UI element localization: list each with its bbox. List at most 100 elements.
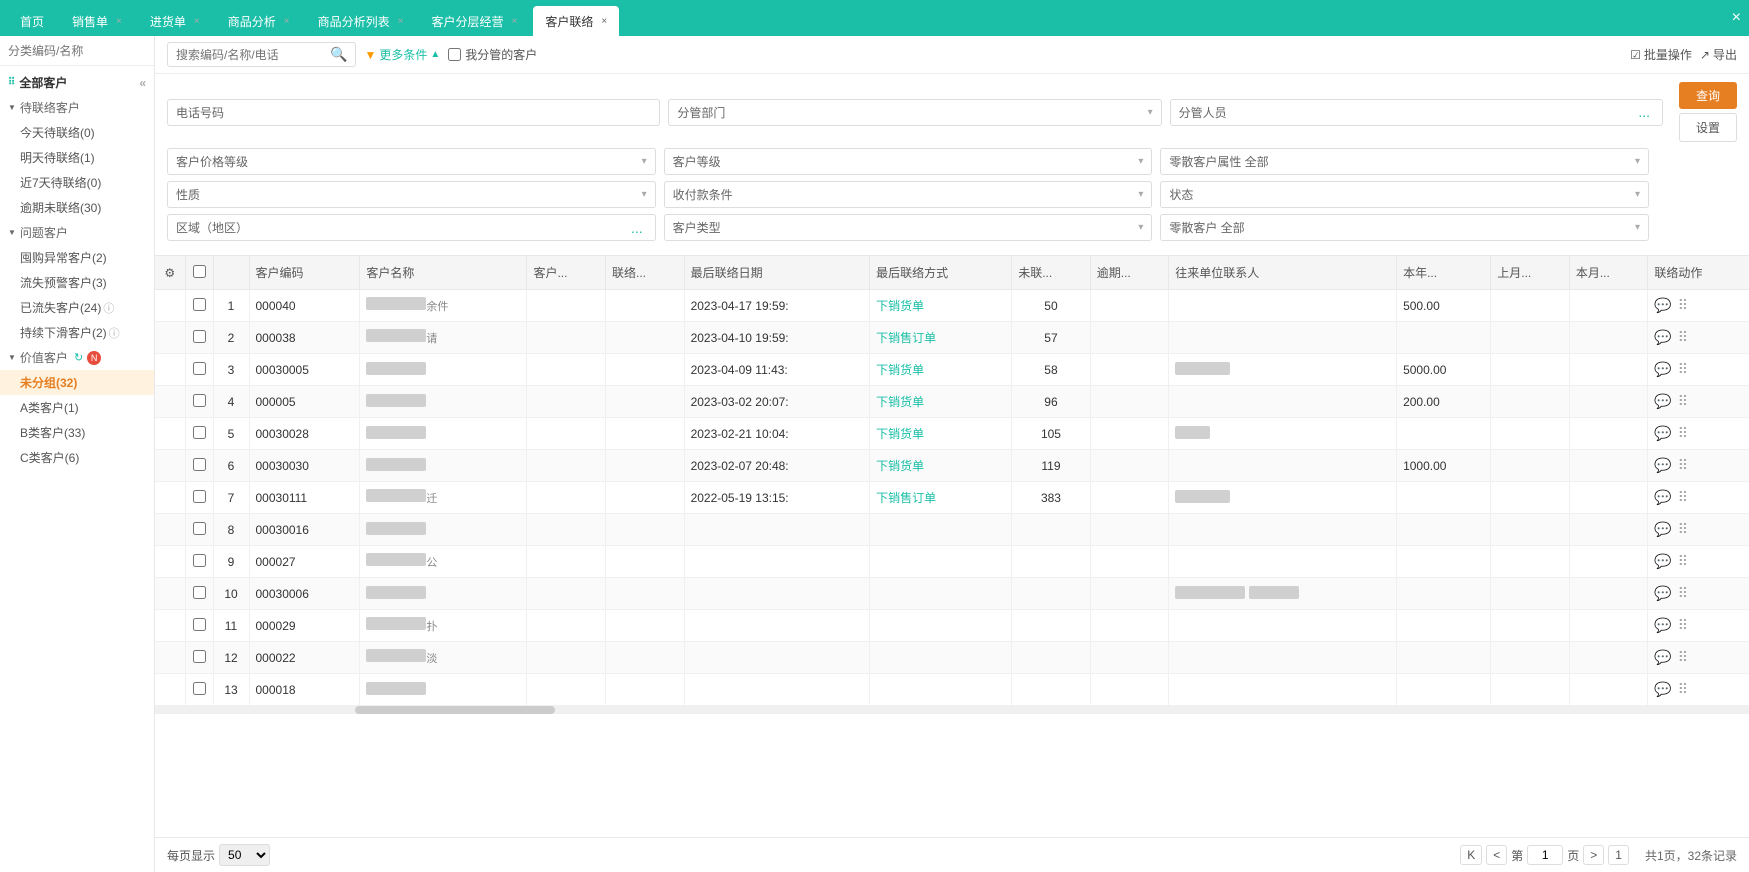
th-last-date[interactable]: 最后联络日期	[684, 256, 870, 290]
row-checkbox[interactable]	[193, 618, 206, 631]
ellipsis-icon[interactable]: ...	[1634, 104, 1654, 120]
price-level-dropdown[interactable]: 客户价格等级 ▾	[167, 148, 656, 175]
method-link[interactable]: 下销售订单	[876, 491, 936, 505]
row-checkbox[interactable]	[193, 362, 206, 375]
manager-dropdown[interactable]: 分管人员 ...	[1170, 99, 1663, 126]
chat-icon[interactable]: 💬	[1654, 489, 1671, 506]
payment-dropdown[interactable]: 收付款条件 ▾	[664, 181, 1153, 208]
reset-button[interactable]: 设置	[1679, 113, 1737, 142]
grid-action-icon[interactable]: ⠿	[1678, 297, 1688, 314]
td-last-method[interactable]: 下销货单	[870, 450, 1012, 482]
sidebar-group-value[interactable]: ▼ 价值客户 ↻ N	[0, 345, 154, 370]
grid-action-icon[interactable]: ⠿	[1678, 329, 1688, 346]
sidebar-item-declining[interactable]: 持续下滑客户(2) ⓘ	[0, 320, 154, 345]
chat-icon[interactable]: 💬	[1654, 393, 1671, 410]
ellipsis-icon2[interactable]: ...	[627, 220, 647, 236]
row-checkbox[interactable]	[193, 298, 206, 311]
th-overdue[interactable]: 逾期...	[1090, 256, 1169, 290]
td-last-method[interactable]	[870, 642, 1012, 674]
filter-search-icon[interactable]: 🔍	[330, 46, 347, 63]
th-this-month[interactable]: 本月...	[1569, 256, 1648, 290]
grid-action-icon[interactable]: ⠿	[1678, 521, 1688, 538]
td-last-method[interactable]: 下销货单	[870, 386, 1012, 418]
tab-purchase[interactable]: 进货单 ×	[138, 6, 212, 36]
all-customers-label[interactable]: 全部客户	[19, 74, 67, 91]
method-link[interactable]: 下销售订单	[876, 331, 936, 345]
td-last-method[interactable]	[870, 578, 1012, 610]
retail-customer-dropdown[interactable]: 零散客户 全部 ▾	[1160, 214, 1649, 241]
sidebar-item-ungroup[interactable]: 未分组(32)	[0, 370, 154, 395]
chat-icon[interactable]: 💬	[1654, 521, 1671, 538]
row-checkbox[interactable]	[193, 650, 206, 663]
grid-action-icon[interactable]: ⠿	[1678, 681, 1688, 698]
query-button[interactable]: 查询	[1679, 82, 1737, 109]
region-dropdown[interactable]: 区域（地区） ...	[167, 214, 656, 241]
th-contact[interactable]: 联络...	[606, 256, 685, 290]
row-checkbox[interactable]	[193, 426, 206, 439]
td-checkbox[interactable]	[185, 674, 213, 706]
td-checkbox[interactable]	[185, 610, 213, 642]
chat-icon[interactable]: 💬	[1654, 649, 1671, 666]
sidebar-item-today[interactable]: 今天待联络(0)	[0, 120, 154, 145]
th-last-month[interactable]: 上月...	[1491, 256, 1570, 290]
page-size-select[interactable]: 50 100	[219, 844, 270, 866]
td-checkbox[interactable]	[185, 482, 213, 514]
sidebar-group-problem[interactable]: ▼ 问题客户	[0, 220, 154, 245]
export-btn[interactable]: ↗ 导出	[1700, 46, 1737, 63]
tab-customer-segment-close[interactable]: ×	[511, 16, 517, 27]
chat-icon[interactable]: 💬	[1654, 553, 1671, 570]
method-link[interactable]: 下销货单	[876, 459, 924, 473]
td-checkbox[interactable]	[185, 386, 213, 418]
sidebar-item-churn-warning[interactable]: 流失预警客户(3)	[0, 270, 154, 295]
td-checkbox[interactable]	[185, 546, 213, 578]
chat-icon[interactable]: 💬	[1654, 361, 1671, 378]
chat-icon[interactable]: 💬	[1654, 681, 1671, 698]
chat-icon[interactable]: 💬	[1654, 329, 1671, 346]
row-checkbox[interactable]	[193, 522, 206, 535]
tab-product-list-close[interactable]: ×	[398, 16, 404, 27]
tab-product-list[interactable]: 商品分析列表 ×	[306, 6, 416, 36]
sidebar-item-abnormal[interactable]: 囤购异常客户(2)	[0, 245, 154, 270]
grid-action-icon[interactable]: ⠿	[1678, 361, 1688, 378]
td-checkbox[interactable]	[185, 578, 213, 610]
method-link[interactable]: 下销货单	[876, 363, 924, 377]
td-last-method[interactable]: 下销售订单	[870, 322, 1012, 354]
th-this-year[interactable]: 本年...	[1397, 256, 1491, 290]
row-checkbox[interactable]	[193, 554, 206, 567]
td-checkbox[interactable]	[185, 642, 213, 674]
horizontal-scrollbar[interactable]	[155, 706, 1749, 714]
retail-attr-dropdown[interactable]: 零散客户属性 全部 ▾	[1160, 148, 1649, 175]
td-checkbox[interactable]	[185, 450, 213, 482]
td-last-method[interactable]	[870, 514, 1012, 546]
row-checkbox[interactable]	[193, 458, 206, 471]
sidebar-collapse-icon[interactable]: «	[139, 76, 146, 90]
td-last-method[interactable]	[870, 546, 1012, 578]
select-all-checkbox[interactable]	[193, 265, 206, 278]
first-page-btn[interactable]: K	[1460, 845, 1482, 865]
prev-page-btn[interactable]: <	[1486, 845, 1507, 865]
th-not-contact[interactable]: 未联...	[1012, 256, 1091, 290]
nature-dropdown[interactable]: 性质 ▾	[167, 181, 656, 208]
grid-action-icon[interactable]: ⠿	[1678, 585, 1688, 602]
td-last-method[interactable]: 下销售订单	[870, 482, 1012, 514]
tab-sales-close[interactable]: ×	[116, 16, 122, 27]
td-checkbox[interactable]	[185, 354, 213, 386]
sidebar-item-overdue[interactable]: 逾期未联络(30)	[0, 195, 154, 220]
tab-sales[interactable]: 销售单 ×	[60, 6, 134, 36]
td-last-method[interactable]	[870, 674, 1012, 706]
td-checkbox[interactable]	[185, 514, 213, 546]
td-last-method[interactable]: 下销货单	[870, 354, 1012, 386]
row-checkbox[interactable]	[193, 682, 206, 695]
tab-customer-contact[interactable]: 客户联络 ×	[533, 6, 619, 36]
row-checkbox[interactable]	[193, 490, 206, 503]
grid-action-icon[interactable]: ⠿	[1678, 489, 1688, 506]
method-link[interactable]: 下销货单	[876, 299, 924, 313]
status-dropdown[interactable]: 状态 ▾	[1160, 181, 1649, 208]
tab-purchase-close[interactable]: ×	[194, 16, 200, 27]
chat-icon[interactable]: 💬	[1654, 617, 1671, 634]
td-last-method[interactable]	[870, 610, 1012, 642]
sidebar-item-tomorrow[interactable]: 明天待联络(1)	[0, 145, 154, 170]
sidebar-group-pending[interactable]: ▼ 待联络客户	[0, 95, 154, 120]
row-checkbox[interactable]	[193, 330, 206, 343]
more-conditions-btn[interactable]: ▼ 更多条件 ▲	[364, 46, 440, 63]
